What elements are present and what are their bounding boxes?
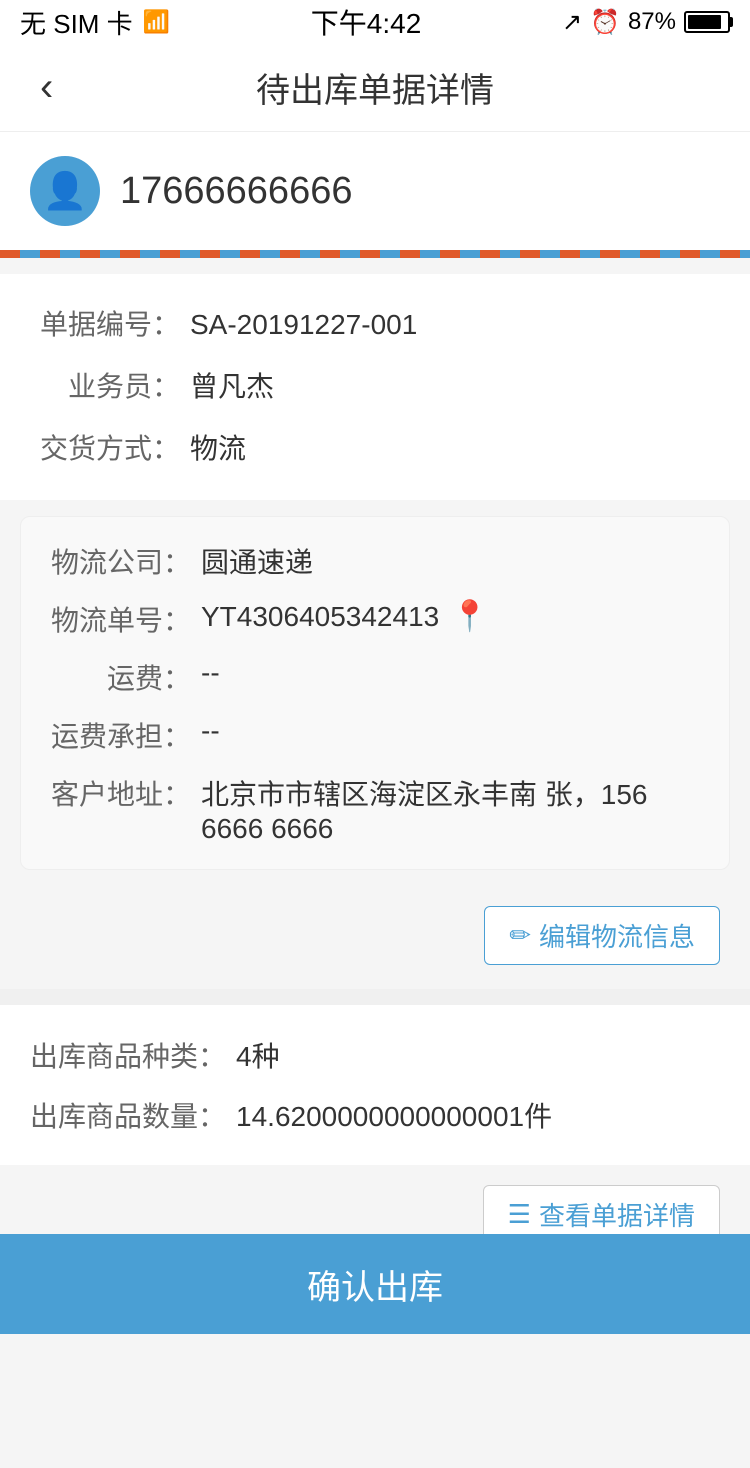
map-pin-icon[interactable]: 📍 <box>451 599 488 634</box>
nav-bar: ‹ 待出库单据详情 <box>0 44 750 132</box>
freight-value: -- <box>201 657 709 689</box>
goods-types-label: 出库商品种类： <box>30 1035 236 1075</box>
confirm-button[interactable]: 确认出库 <box>0 1234 750 1334</box>
customer-header: 👤 17666666666 <box>0 132 750 250</box>
document-info-section: 单据编号： SA-20191227-001 业务员： 曾凡杰 交货方式： 物流 <box>0 274 750 500</box>
freight-row: 运费： -- <box>41 657 709 697</box>
address-value: 北京市市辖区海淀区永丰南 张，156 6666 6666 <box>201 773 709 845</box>
status-bar-time: 下午4:42 <box>311 2 422 42</box>
battery-percentage: 87% <box>628 8 676 36</box>
logistics-company-value: 圆通速递 <box>201 541 709 581</box>
edit-logistics-label: 编辑物流信息 <box>539 917 695 954</box>
edit-logistics-button[interactable]: ✏ 编辑物流信息 <box>484 906 720 965</box>
salesman-value: 曾凡杰 <box>190 366 720 408</box>
logistics-tracking-row: 物流单号： YT4306405342413 📍 <box>41 599 709 639</box>
detail-icon: ☰ <box>508 1199 531 1230</box>
status-bar-left: 无 SIM 卡 📶 <box>20 4 170 41</box>
customer-phone: 17666666666 <box>120 170 352 213</box>
logistics-tracking-label: 物流单号： <box>41 599 201 639</box>
tracking-number: YT4306405342413 <box>201 601 439 633</box>
wifi-icon: 📶 <box>143 9 170 35</box>
avatar-icon: 👤 <box>43 170 88 212</box>
document-number-value: SA-20191227-001 <box>190 304 720 346</box>
goods-quantity-value: 14.6200000000000001件 <box>236 1095 720 1135</box>
logistics-company-row: 物流公司： 圆通速递 <box>41 541 709 581</box>
goods-types-row: 出库商品种类： 4种 <box>30 1035 720 1075</box>
delivery-value: 物流 <box>190 428 720 470</box>
goods-types-value: 4种 <box>236 1035 720 1075</box>
location-status-icon: ↗ <box>562 8 582 37</box>
confirm-button-label: 确认出库 <box>307 1260 443 1309</box>
status-bar: 无 SIM 卡 📶 下午4:42 ↗ ⏰ 87% <box>0 0 750 44</box>
logistics-card: 物流公司： 圆通速递 物流单号： YT4306405342413 📍 运费： -… <box>20 516 730 870</box>
logistics-tracking-value: YT4306405342413 📍 <box>201 599 709 634</box>
section-divider <box>0 989 750 1005</box>
document-number-row: 单据编号： SA-20191227-001 <box>30 304 720 346</box>
battery-icon <box>684 11 730 33</box>
delivery-row: 交货方式： 物流 <box>30 428 720 470</box>
edit-btn-row: ✏ 编辑物流信息 <box>0 886 750 989</box>
carrier-text: 无 SIM 卡 <box>20 4 133 41</box>
address-label: 客户地址： <box>41 773 201 813</box>
freight-bearer-value: -- <box>201 715 709 747</box>
avatar: 👤 <box>30 156 100 226</box>
freight-bearer-label: 运费承担： <box>41 715 201 755</box>
freight-bearer-row: 运费承担： -- <box>41 715 709 755</box>
freight-label: 运费： <box>41 657 201 697</box>
status-bar-right: ↗ ⏰ 87% <box>562 8 730 37</box>
page-title: 待出库单据详情 <box>256 63 494 112</box>
salesman-label: 业务员： <box>30 366 190 408</box>
salesman-row: 业务员： 曾凡杰 <box>30 366 720 408</box>
address-row: 客户地址： 北京市市辖区海淀区永丰南 张，156 6666 6666 <box>41 773 709 845</box>
goods-quantity-label: 出库商品数量： <box>30 1095 236 1135</box>
dashed-divider <box>0 250 750 258</box>
back-button[interactable]: ‹ <box>30 55 63 120</box>
goods-quantity-row: 出库商品数量： 14.6200000000000001件 <box>30 1095 720 1135</box>
view-detail-label: 查看单据详情 <box>539 1196 695 1233</box>
logistics-company-label: 物流公司： <box>41 541 201 581</box>
delivery-label: 交货方式： <box>30 428 190 470</box>
document-number-label: 单据编号： <box>30 304 190 346</box>
goods-section: 出库商品种类： 4种 出库商品数量： 14.6200000000000001件 <box>0 1005 750 1165</box>
alarm-icon: ⏰ <box>590 8 620 37</box>
edit-icon: ✏ <box>509 920 531 951</box>
